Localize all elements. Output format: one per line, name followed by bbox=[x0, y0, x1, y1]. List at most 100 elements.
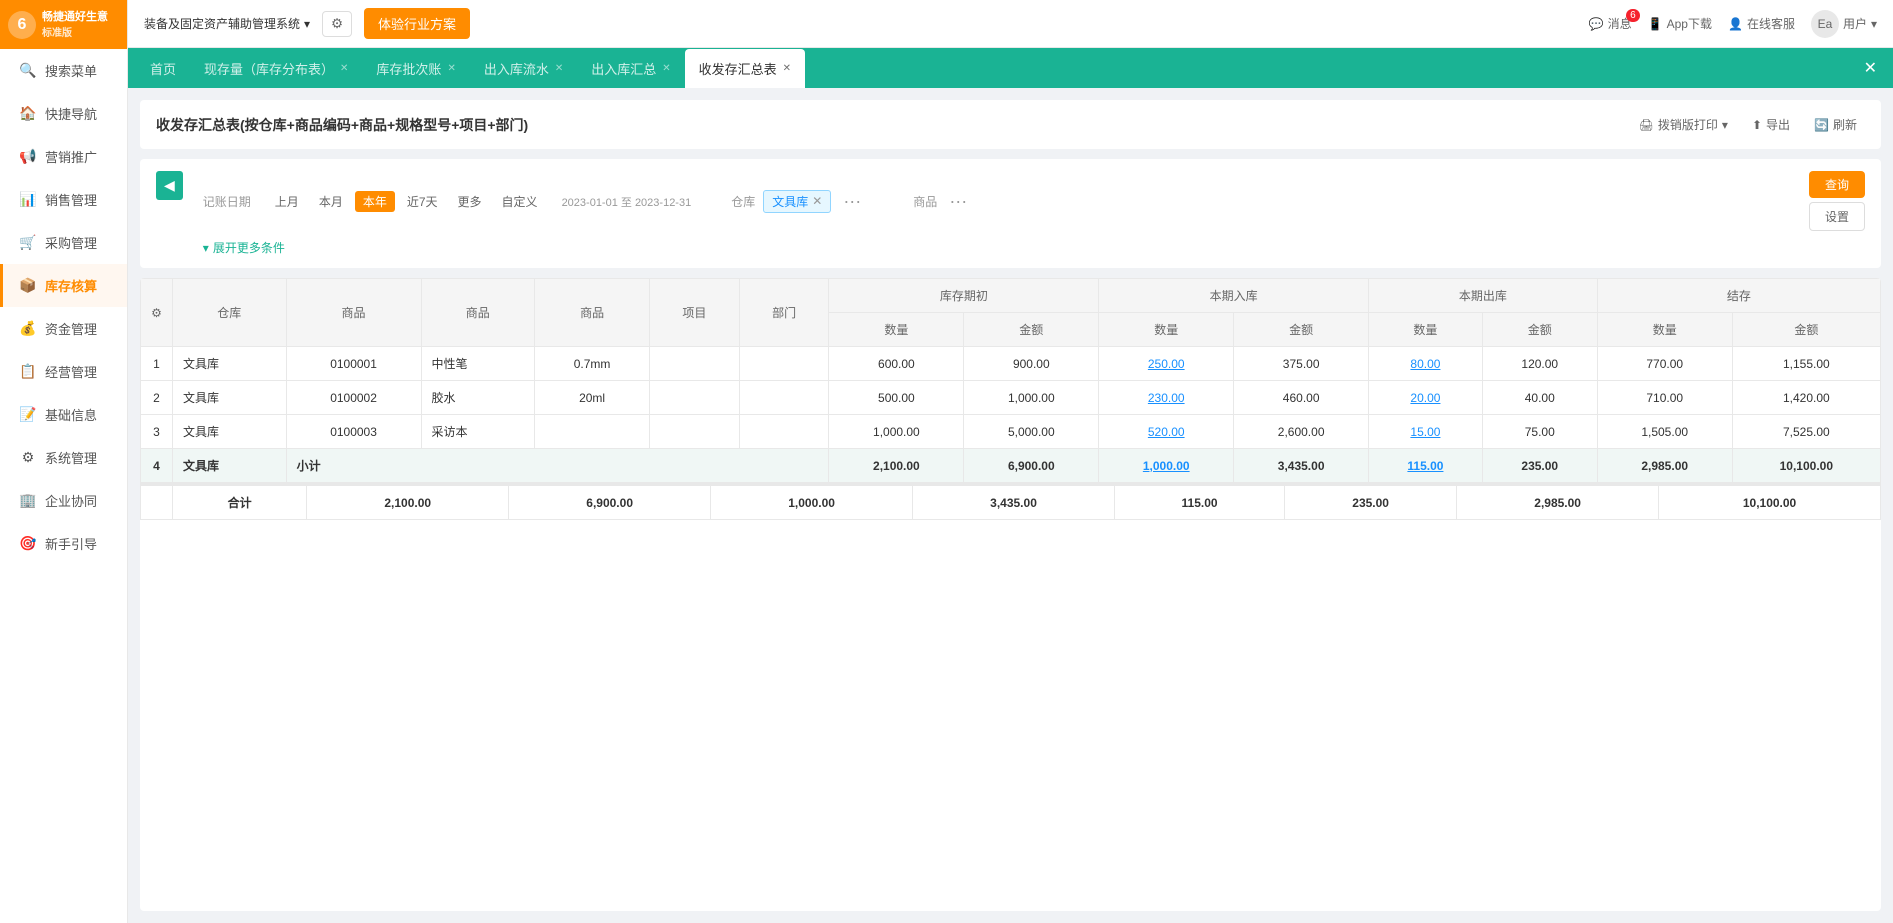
row-out-amt: 75.00 bbox=[1482, 415, 1597, 449]
main-area: 装备及固定资产辅助管理系统 ▾ ⚙ 体验行业方案 💬 消息 6 📱 App下载 … bbox=[128, 0, 1893, 923]
expand-icon: ▾ bbox=[203, 241, 209, 255]
row-opening-amt: 900.00 bbox=[964, 347, 1099, 381]
col-settings[interactable]: ⚙ bbox=[141, 279, 173, 347]
filter-toggle-button[interactable]: ◀ bbox=[156, 171, 183, 200]
sidebar-item-purchase[interactable]: 🛒 采购管理 bbox=[0, 221, 127, 264]
tab-5[interactable]: 收发存汇总表✕ bbox=[685, 49, 805, 88]
row-closing-qty: 1,505.00 bbox=[1597, 415, 1732, 449]
trial-button[interactable]: 体验行业方案 bbox=[364, 8, 470, 39]
tab-close-1[interactable]: ✕ bbox=[340, 63, 348, 74]
tab-1[interactable]: 现存量（库存分布表） ✕ bbox=[190, 49, 362, 88]
warehouse-filter: 仓库 文具库 ✕ ··· bbox=[731, 190, 865, 213]
tab-4[interactable]: 出入库汇总 ✕ bbox=[577, 49, 684, 88]
query-button[interactable]: 查询 bbox=[1809, 171, 1865, 198]
goods-more[interactable]: ··· bbox=[945, 192, 971, 210]
system-title: 装备及固定资产辅助管理系统 bbox=[144, 15, 300, 32]
print-button[interactable]: 🖨 拨销版打印 ▾ bbox=[1631, 112, 1736, 137]
row-in-amt: 460.00 bbox=[1234, 381, 1369, 415]
tab-label-1: 现存量（库存分布表） bbox=[204, 59, 334, 78]
row-in-qty[interactable]: 520.00 bbox=[1099, 415, 1234, 449]
sidebar-label-system: 系统管理 bbox=[45, 448, 97, 467]
row-in-qty[interactable]: 230.00 bbox=[1099, 381, 1234, 415]
row-no: 1 bbox=[141, 347, 173, 381]
config-button[interactable]: ⚙ bbox=[322, 11, 352, 37]
sidebar-item-sales[interactable]: 📊 销售管理 bbox=[0, 178, 127, 221]
user-item[interactable]: Ea 用户 ▾ bbox=[1811, 10, 1877, 38]
tab-2[interactable]: 库存批次账✕ bbox=[362, 49, 469, 88]
subtotal-out-qty[interactable]: 115.00 bbox=[1369, 449, 1483, 483]
warehouse-more[interactable]: ··· bbox=[839, 192, 865, 210]
date-range: 2023-01-01 至 2023-12-31 bbox=[562, 194, 692, 210]
col-project: 项目 bbox=[650, 279, 740, 347]
sidebar-icon-search: 🔍 bbox=[19, 62, 37, 79]
sidebar-item-quicknav[interactable]: 🏠 快捷导航 bbox=[0, 92, 127, 135]
sidebar-item-newbie[interactable]: 🎯 新手引导 bbox=[0, 522, 127, 565]
row-opening-qty: 1,000.00 bbox=[829, 415, 964, 449]
date-tab-this-month[interactable]: 本月 bbox=[311, 191, 351, 212]
sidebar-label-inventory: 库存核算 bbox=[45, 276, 97, 295]
tab-close-4[interactable]: ✕ bbox=[662, 63, 670, 74]
sidebar-item-marketing[interactable]: 📢 营销推广 bbox=[0, 135, 127, 178]
filter-row-1: 记账日期 上月 本月 本年 近7天 更多 自定义 2023-01-01 至 20… bbox=[203, 171, 1865, 231]
sidebar-item-system[interactable]: ⚙ 系统管理 bbox=[0, 436, 127, 479]
col-closing-amt: 金额 bbox=[1732, 313, 1880, 347]
tab-label-4: 出入库汇总 bbox=[591, 59, 656, 78]
date-tab-this-year[interactable]: 本年 bbox=[355, 191, 395, 212]
table-footer: 合计 2,100.00 6,900.00 1,000.00 3,435.00 1… bbox=[140, 483, 1881, 520]
tab-bar: 首页现存量（库存分布表）✕库存批次账✕出入库流水✕出入库汇总✕收发存汇总表✕ ✕ bbox=[128, 48, 1893, 88]
goods-filter: 商品 ··· bbox=[897, 192, 971, 210]
sidebar-item-search[interactable]: 🔍 搜索菜单 bbox=[0, 49, 127, 92]
row-name: 中性笔 bbox=[421, 347, 535, 381]
expand-more-button[interactable]: ▾ 展开更多条件 bbox=[203, 239, 1865, 256]
row-opening-amt: 5,000.00 bbox=[964, 415, 1099, 449]
date-tab-more[interactable]: 更多 bbox=[450, 191, 490, 212]
settings-icon: ⚙ bbox=[151, 306, 162, 320]
subtotal-opening-qty: 2,100.00 bbox=[829, 449, 964, 483]
tab-bar-close[interactable]: ✕ bbox=[1856, 58, 1885, 78]
app-download-item[interactable]: 📱 App下载 bbox=[1648, 15, 1712, 32]
top-header: 装备及固定资产辅助管理系统 ▾ ⚙ 体验行业方案 💬 消息 6 📱 App下载 … bbox=[128, 0, 1893, 48]
tab-3[interactable]: 出入库流水✕ bbox=[470, 49, 577, 88]
data-table: ⚙ 仓库 商品 商品 商品 项目 部门 库存期初 本期入库 本期出库 结存 bbox=[140, 278, 1881, 483]
date-tab-last-month[interactable]: 上月 bbox=[267, 191, 307, 212]
export-icon: ⬆ bbox=[1752, 118, 1762, 132]
row-out-qty[interactable]: 80.00 bbox=[1369, 347, 1483, 381]
message-badge: 6 bbox=[1626, 9, 1640, 22]
print-dropdown-icon: ▾ bbox=[1722, 118, 1728, 132]
export-button[interactable]: ⬆ 导出 bbox=[1744, 112, 1798, 137]
logo-icon: 6 bbox=[8, 11, 36, 39]
tab-0[interactable]: 首页 bbox=[136, 49, 190, 88]
date-tab-7days[interactable]: 近7天 bbox=[399, 191, 446, 212]
sidebar-icon-purchase: 🛒 bbox=[19, 234, 37, 251]
message-item[interactable]: 💬 消息 6 bbox=[1589, 15, 1632, 32]
system-selector[interactable]: 装备及固定资产辅助管理系统 ▾ bbox=[144, 15, 310, 32]
warehouse-tag-close[interactable]: ✕ bbox=[812, 194, 822, 208]
header-right: 💬 消息 6 📱 App下载 👤 在线客服 Ea 用户 ▾ bbox=[1589, 10, 1877, 38]
subtotal-closing-amt: 10,100.00 bbox=[1732, 449, 1880, 483]
subtotal-out-amt: 235.00 bbox=[1482, 449, 1597, 483]
settings-button[interactable]: 设置 bbox=[1809, 202, 1865, 231]
row-in-qty[interactable]: 250.00 bbox=[1099, 347, 1234, 381]
refresh-button[interactable]: 🔄 刷新 bbox=[1806, 112, 1865, 137]
row-out-qty[interactable]: 15.00 bbox=[1369, 415, 1483, 449]
subtotal-in-qty[interactable]: 1,000.00 bbox=[1099, 449, 1234, 483]
sidebar-item-enterprise[interactable]: 🏢 企业协同 bbox=[0, 479, 127, 522]
sidebar-icon-system: ⚙ bbox=[19, 449, 37, 466]
date-tab-custom[interactable]: 自定义 bbox=[494, 191, 546, 212]
sidebar-item-operations[interactable]: 📋 经营管理 bbox=[0, 350, 127, 393]
row-out-qty[interactable]: 20.00 bbox=[1369, 381, 1483, 415]
tab-close-2[interactable]: ✕ bbox=[447, 63, 455, 74]
sidebar-item-basic[interactable]: 📝 基础信息 bbox=[0, 393, 127, 436]
sidebar-item-inventory[interactable]: 📦 库存核算 bbox=[0, 264, 127, 307]
online-service-item[interactable]: 👤 在线客服 bbox=[1728, 15, 1795, 32]
sidebar-icon-quicknav: 🏠 bbox=[19, 105, 37, 122]
total-out-amt: 235.00 bbox=[1285, 486, 1457, 520]
total-opening-qty: 2,100.00 bbox=[307, 486, 509, 520]
user-label: 用户 bbox=[1843, 15, 1867, 32]
sidebar-item-finance[interactable]: 💰 资金管理 bbox=[0, 307, 127, 350]
sidebar-label-search: 搜索菜单 bbox=[45, 61, 97, 80]
row-department bbox=[739, 415, 829, 449]
tab-close-5[interactable]: ✕ bbox=[783, 63, 791, 74]
tab-close-3[interactable]: ✕ bbox=[555, 63, 563, 74]
subtotal-row: 4 文具库 小计 2,100.00 6,900.00 1,000.00 3,43… bbox=[141, 449, 1881, 483]
